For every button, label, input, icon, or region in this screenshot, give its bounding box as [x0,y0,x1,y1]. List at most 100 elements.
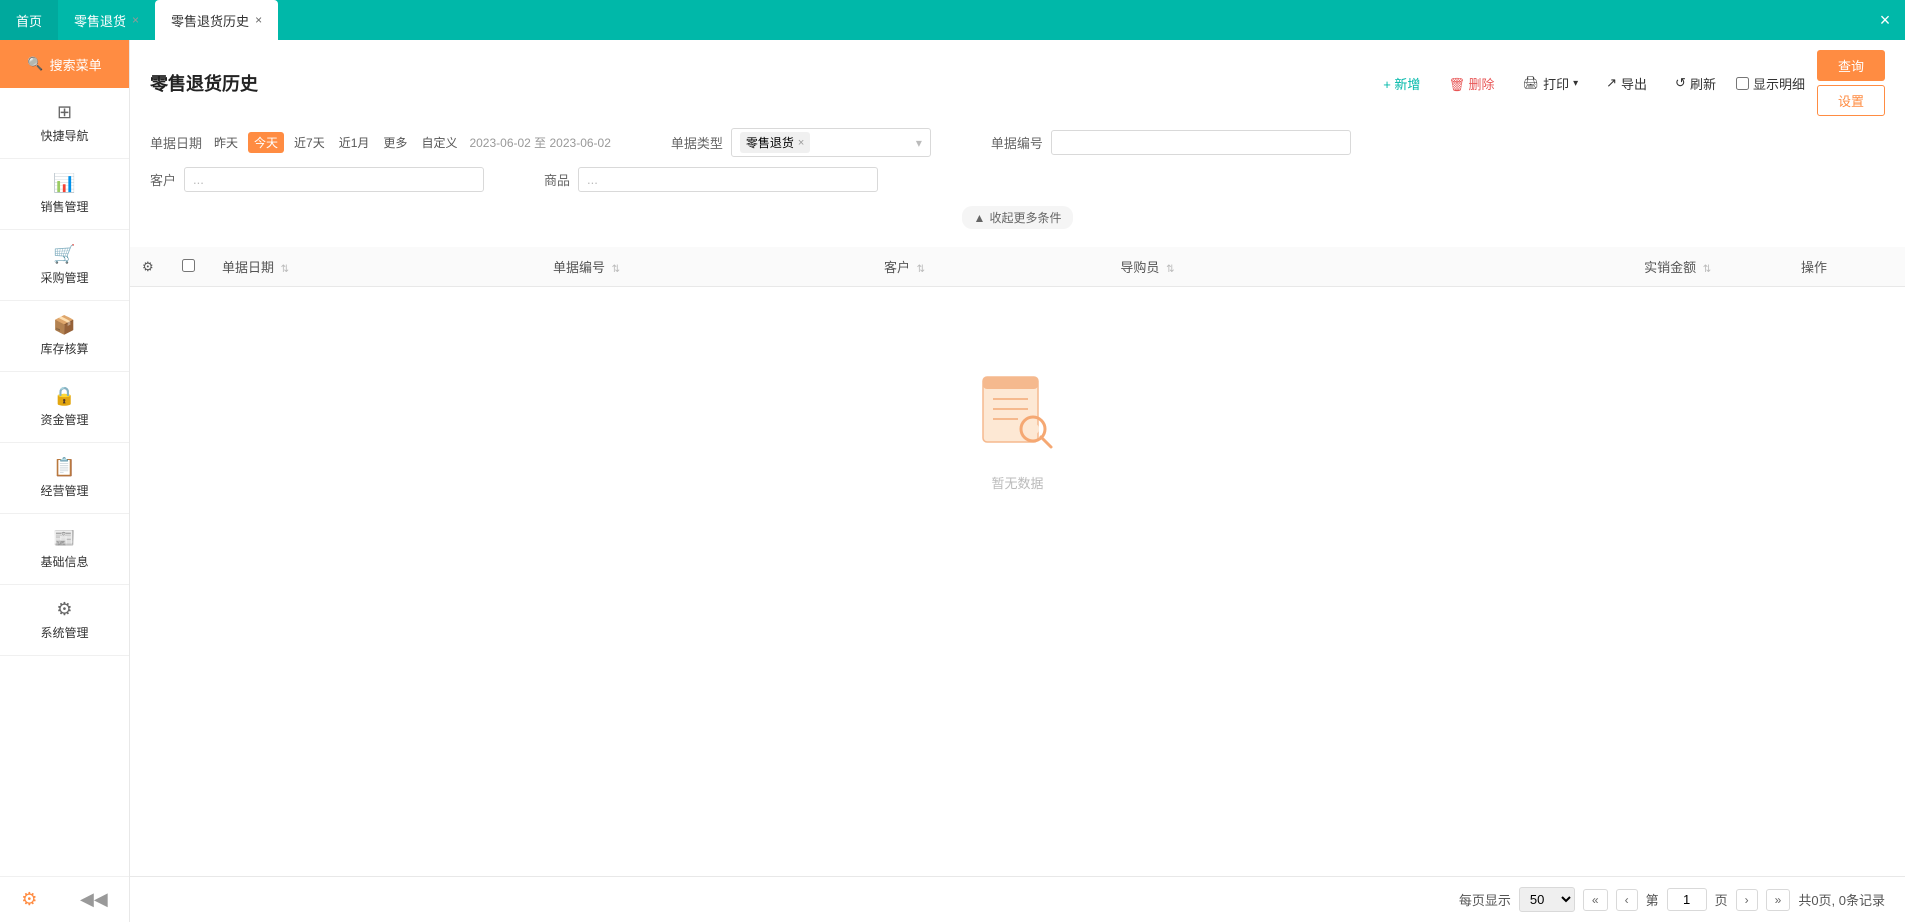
refresh-text: 刷新 [1690,74,1716,93]
top-bar-spacer [278,0,1865,40]
delete-button[interactable]: 🗑 删除 [1440,70,1502,97]
sidebar-item-finance[interactable]: 🔒 资金管理 [0,372,129,443]
col-checkbox[interactable] [170,247,210,287]
type-tag-close[interactable]: × [798,137,804,149]
goods-filter-item: 商品 ... [544,167,878,192]
export-icon: ↗ [1606,75,1617,91]
type-filter-label: 单据类型 [671,133,723,152]
page-number-input[interactable] [1667,888,1707,911]
date-1month[interactable]: 近1月 [335,132,374,153]
content-area: 零售退货历史 + 新增 🗑 删除 🖨 🖨 打印 打印 ▾ ↗ 导出 [130,40,1905,922]
prev-page-button[interactable]: ‹ [1616,889,1638,911]
new-button[interactable]: + 新增 [1375,70,1428,97]
show-detail-label: 显示明细 [1753,74,1805,93]
tab-retail-return-history-label: 零售退货历史 [171,11,249,30]
sidebar-item-inventory[interactable]: 📦 库存核算 [0,301,129,372]
page-title: 零售退货历史 [150,70,258,96]
guide-sort-icon[interactable]: ⇅ [1166,264,1174,275]
table-wrapper: ⚙ 单据日期 ⇅ 单据编号 ⇅ [130,247,1905,876]
col-amount: 实销金额 ⇅ [1392,247,1723,287]
tab-retail-return-close[interactable]: × [132,13,139,27]
date-filter-label: 单据日期 [150,133,202,152]
sidebar-item-basic-info-label: 基础信息 [40,553,88,570]
tab-home[interactable]: 首页 [0,0,58,40]
voucher-filter-item: 单据编号 [991,130,1351,155]
voucher-filter-label: 单据编号 [991,133,1043,152]
customer-select[interactable]: ... [184,167,484,192]
customer-sort-icon[interactable]: ⇅ [917,264,925,275]
print-dropdown-icon: ▾ [1573,78,1578,89]
sidebar-item-purchase-label: 采购管理 [40,269,88,286]
purchase-icon: 🛒 [53,244,75,265]
last-page-button[interactable]: » [1766,889,1791,911]
date-custom[interactable]: 自定义 [417,132,461,153]
refresh-button[interactable]: ↺ 刷新 [1667,70,1724,97]
type-select-dropdown-icon: ▾ [916,136,922,150]
filter-section: 零售退货历史 + 新增 🗑 删除 🖨 🖨 打印 打印 ▾ ↗ 导出 [130,40,1905,247]
page-word: 第 [1646,890,1659,909]
sidebar-item-operation[interactable]: 📋 经营管理 [0,443,129,514]
toolbar: + 新增 🗑 删除 🖨 🖨 打印 打印 ▾ ↗ 导出 ↺ 刷新 [1375,50,1885,116]
date-yesterday[interactable]: 昨天 [210,132,242,153]
sidebar-item-system[interactable]: ⚙ 系统管理 [0,585,129,656]
sidebar-item-quick-nav-label: 快捷导航 [40,127,88,144]
table-header-row: ⚙ 单据日期 ⇅ 单据编号 ⇅ [130,247,1905,287]
sidebar-bottom: ⚙ ◀◀ [0,876,129,922]
tab-retail-return-history-close[interactable]: × [255,13,262,27]
total-label: 共0页, 0条记录 [1798,890,1885,909]
search-icon: 🔍 [27,56,43,72]
empty-state-row: 暂无数据 [130,287,1905,573]
voucher-input[interactable] [1051,130,1351,155]
first-page-button[interactable]: « [1583,889,1608,911]
date-sort-icon[interactable]: ⇅ [281,264,289,275]
date-today[interactable]: 今天 [248,132,284,153]
export-button[interactable]: ↗ 导出 [1598,70,1655,97]
page-size-select[interactable]: 20 50 100 [1519,887,1575,912]
settings-icon[interactable]: ⚙ [142,259,154,274]
goods-select[interactable]: ... [578,167,878,192]
window-close-button[interactable]: × [1865,0,1905,40]
col-action: 操作 [1723,247,1905,287]
show-detail-checkbox[interactable] [1736,77,1749,90]
type-select[interactable]: 零售退货 × ▾ [731,128,931,157]
col-date: 单据日期 ⇅ [210,247,541,287]
set-button[interactable]: 设置 [1817,85,1885,116]
finance-icon: 🔒 [53,386,75,407]
sales-icon: 📊 [53,173,75,194]
tab-retail-return-history[interactable]: 零售退货历史 × [155,0,278,40]
sidebar-item-inventory-label: 库存核算 [40,340,88,357]
next-page-button[interactable]: › [1736,889,1758,911]
number-sort-icon[interactable]: ⇅ [612,264,620,275]
main-layout: 🔍 搜索菜单 ⊞ 快捷导航 📊 销售管理 🛒 采购管理 📦 库存核算 🔒 资金管… [0,40,1905,922]
print-button[interactable]: 🖨 🖨 打印 打印 ▾ [1515,70,1587,97]
tab-retail-return[interactable]: 零售退货 × [58,0,155,40]
page-end: 页 [1715,890,1728,909]
page-header-row: 零售退货历史 + 新增 🗑 删除 🖨 🖨 打印 打印 ▾ ↗ 导出 [150,50,1885,116]
empty-state-text: 暂无数据 [991,473,1043,492]
date-more[interactable]: 更多 [379,132,411,153]
sidebar-item-quick-nav[interactable]: ⊞ 快捷导航 [0,88,129,159]
select-all-checkbox[interactable] [182,259,195,272]
sidebar-settings-button[interactable]: ⚙ [21,889,37,910]
col-settings[interactable]: ⚙ [130,247,170,287]
show-detail-checkbox-label[interactable]: 显示明细 [1736,74,1805,93]
print-icon: 🖨 [1523,75,1540,91]
tab-home-label: 首页 [16,11,42,30]
sidebar: 🔍 搜索菜单 ⊞ 快捷导航 📊 销售管理 🛒 采购管理 📦 库存核算 🔒 资金管… [0,40,130,922]
sidebar-search[interactable]: 🔍 搜索菜单 [0,40,129,88]
collapse-up-icon: ▲ [974,211,986,225]
query-button[interactable]: 查询 [1817,50,1885,81]
top-bar: 首页 零售退货 × 零售退货历史 × × [0,0,1905,40]
sidebar-item-sales[interactable]: 📊 销售管理 [0,159,129,230]
operation-icon: 📋 [53,457,75,478]
collapse-button[interactable]: ▲ 收起更多条件 [962,206,1074,229]
sidebar-audio-button[interactable]: ◀◀ [80,889,108,910]
date-7days[interactable]: 近7天 [290,132,329,153]
sidebar-item-basic-info[interactable]: 📰 基础信息 [0,514,129,585]
date-filter-options: 昨天 今天 近7天 近1月 更多 自定义 [210,132,461,153]
amount-sort-icon[interactable]: ⇅ [1703,264,1711,275]
sidebar-item-operation-label: 经营管理 [40,482,88,499]
print-text: 打印 [1543,74,1569,93]
sidebar-item-purchase[interactable]: 🛒 采购管理 [0,230,129,301]
page-size-label: 每页显示 [1459,890,1511,909]
